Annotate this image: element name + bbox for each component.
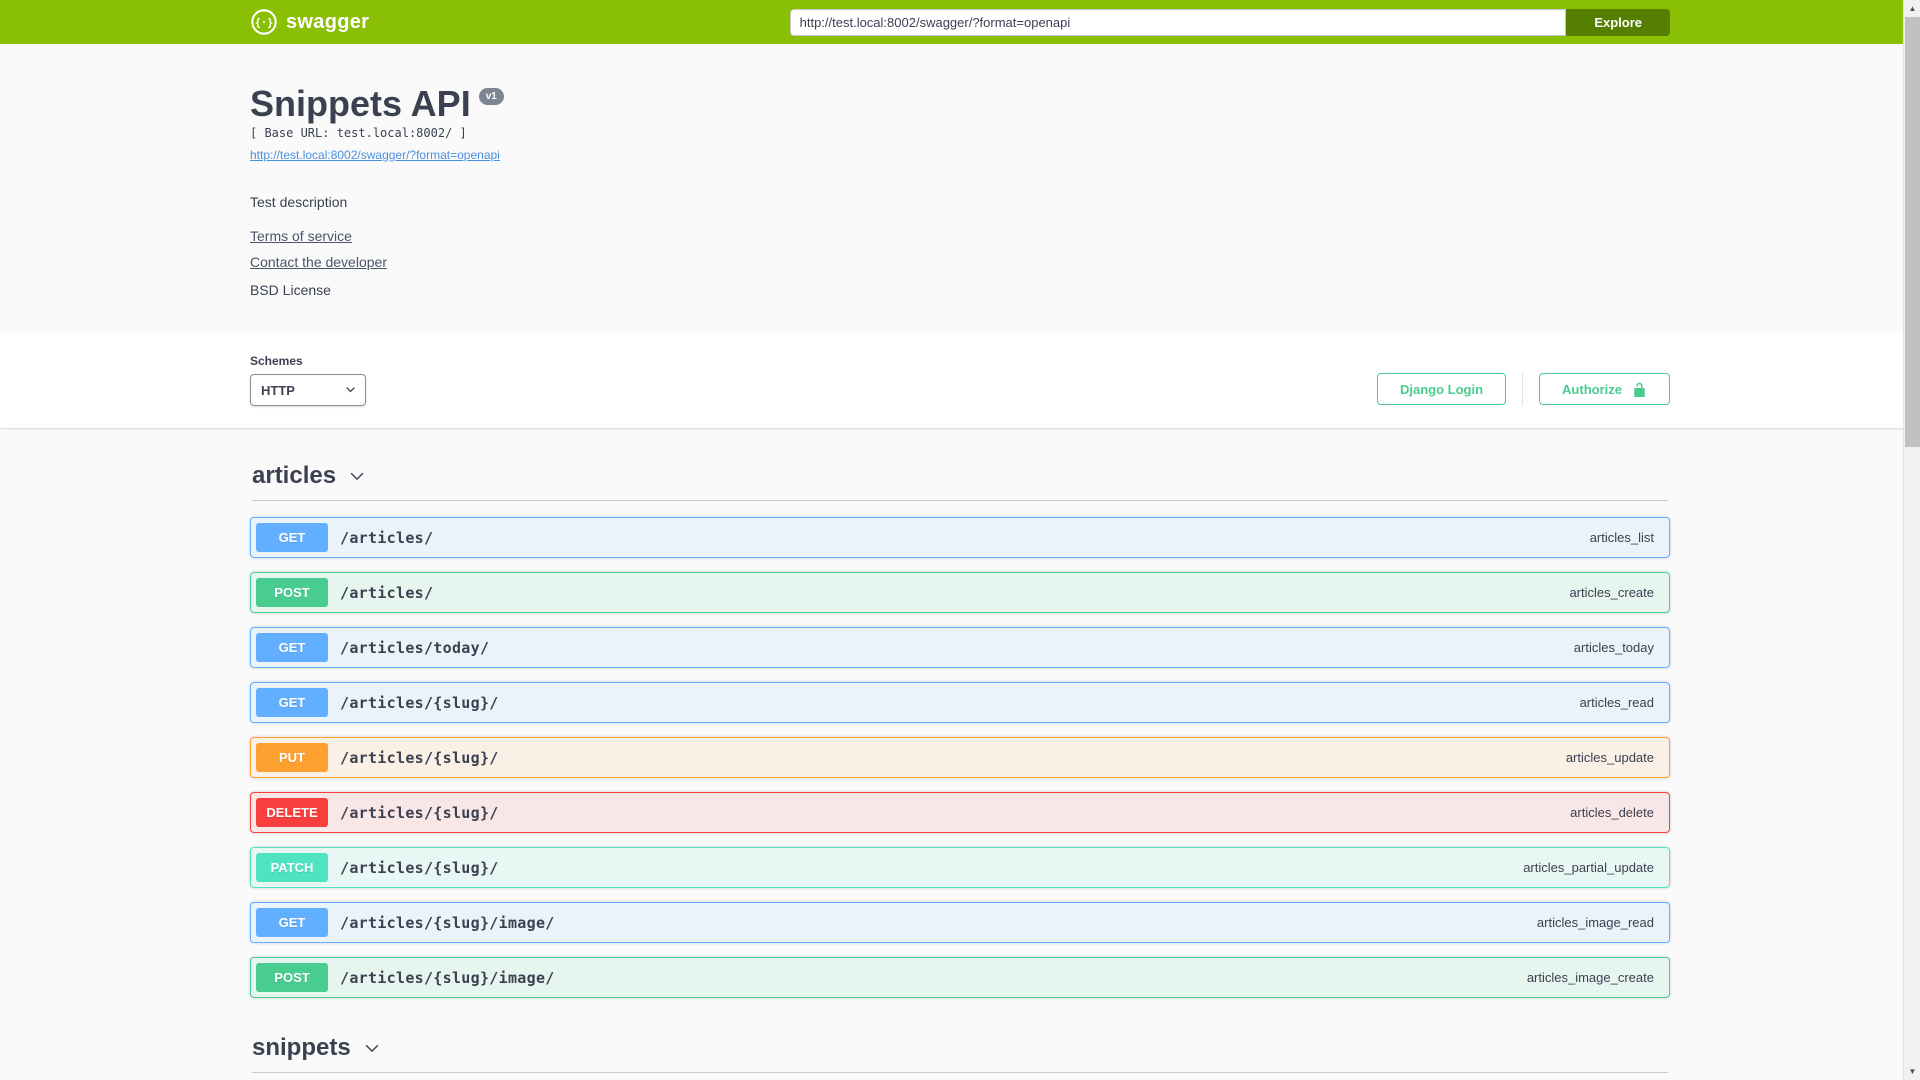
vertical-scrollbar[interactable]: ▲ ▼ [1903, 0, 1920, 1080]
brand-name: swagger [286, 10, 370, 33]
operation-id: articles_read [1579, 695, 1654, 710]
chevron-down-icon [350, 472, 364, 481]
spec-link[interactable]: http://test.local:8002/swagger/?format=o… [250, 148, 500, 162]
opblock-summary[interactable]: GET /articles/today/ articles_today [251, 628, 1669, 667]
method-badge: PUT [256, 743, 328, 772]
tag-header-articles[interactable]: articles [252, 452, 1668, 501]
contact-developer-link[interactable]: Contact the developer [250, 254, 1670, 270]
operation-id: articles_create [1569, 585, 1654, 600]
scroll-up-arrow-icon[interactable]: ▲ [1904, 0, 1920, 17]
opblock-articles-create[interactable]: POST /articles/ articles_create [250, 572, 1670, 613]
tag-section-snippets: snippets GET /snippets/ snippets_list [250, 1024, 1670, 1080]
page-title: Snippets API [250, 83, 471, 124]
authorize-label: Authorize [1562, 381, 1622, 397]
scrollbar-thumb[interactable] [1905, 17, 1920, 447]
method-badge: GET [256, 523, 328, 552]
operation-path: /articles/{slug}/image/ [340, 913, 555, 932]
operation-path: /articles/{slug}/ [340, 803, 499, 822]
opblock-articles-list[interactable]: GET /articles/ articles_list [250, 517, 1670, 558]
auth-wrapper: Django Login Authorize [1377, 372, 1670, 406]
tag-header-snippets[interactable]: snippets [252, 1024, 1668, 1073]
base-url: [ Base URL: test.local:8002/ ] [250, 126, 467, 140]
terms-of-service-link[interactable]: Terms of service [250, 228, 1670, 244]
explore-button[interactable]: Explore [1566, 8, 1670, 36]
opblock-articles-delete[interactable]: DELETE /articles/{slug}/ articles_delete [250, 792, 1670, 833]
method-badge: DELETE [256, 798, 328, 827]
method-badge: PATCH [256, 853, 328, 882]
opblock-articles-image-create[interactable]: POST /articles/{slug}/image/ articles_im… [250, 957, 1670, 998]
django-login-button[interactable]: Django Login [1377, 373, 1507, 405]
license-text: BSD License [250, 282, 331, 298]
api-description: Test description [250, 194, 348, 210]
operation-path: /articles/ [340, 528, 434, 547]
information-container: Snippets API v1 [ Base URL: test.local:8… [0, 44, 1920, 332]
tag-name: snippets [252, 1034, 351, 1061]
opblock-articles-update[interactable]: PUT /articles/{slug}/ articles_update [250, 737, 1670, 778]
lock-open-icon [1634, 382, 1645, 397]
opblock-summary[interactable]: GET /articles/ articles_list [251, 518, 1669, 557]
method-badge: GET [256, 633, 328, 662]
scheme-container: Schemes HTTP Django Login Authorize [0, 332, 1920, 428]
schemes-label: Schemes [250, 354, 303, 368]
opblock-summary[interactable]: PATCH /articles/{slug}/ articles_partial… [251, 848, 1669, 887]
spec-url-form: Explore [789, 8, 1670, 36]
operation-path: /articles/today/ [340, 638, 490, 657]
opblock-articles-partial-update[interactable]: PATCH /articles/{slug}/ articles_partial… [250, 847, 1670, 888]
tag-section-articles: articles GET /articles/ articles_list PO… [250, 452, 1670, 998]
opblock-summary[interactable]: POST /articles/{slug}/image/ articles_im… [251, 958, 1669, 997]
operation-path: /articles/{slug}/ [340, 858, 499, 877]
opblock-summary[interactable]: DELETE /articles/{slug}/ articles_delete [251, 793, 1669, 832]
operation-id: articles_today [1573, 640, 1654, 655]
method-badge: GET [256, 908, 328, 937]
spec-url-input[interactable] [789, 8, 1567, 36]
operation-path: /articles/ [340, 583, 434, 602]
method-badge: POST [256, 963, 328, 992]
opblock-summary[interactable]: PUT /articles/{slug}/ articles_update [251, 738, 1669, 777]
operation-id: articles_partial_update [1523, 860, 1654, 875]
operation-id: articles_image_read [1536, 915, 1654, 930]
divider [1522, 372, 1524, 406]
operation-id: articles_update [1565, 750, 1654, 765]
operation-id: articles_image_create [1526, 970, 1654, 985]
svg-text:{·}: {·} [255, 17, 274, 29]
opblock-summary[interactable]: POST /articles/ articles_create [251, 573, 1669, 612]
opblock-articles-read[interactable]: GET /articles/{slug}/ articles_read [250, 682, 1670, 723]
django-login-label: Django Login [1400, 381, 1484, 397]
operations-container: articles GET /articles/ articles_list PO… [0, 428, 1920, 1080]
opblock-articles-today[interactable]: GET /articles/today/ articles_today [250, 627, 1670, 668]
topbar: {·} swagger Explore [0, 0, 1920, 44]
schemes-group: Schemes HTTP [250, 354, 366, 406]
operation-path: /articles/{slug}/ [340, 748, 499, 767]
opblock-summary[interactable]: GET /articles/{slug}/image/ articles_ima… [251, 903, 1669, 942]
version-badge: v1 [478, 88, 504, 105]
opblock-summary[interactable]: GET /articles/{slug}/ articles_read [251, 683, 1669, 722]
operation-path: /articles/{slug}/image/ [340, 968, 555, 987]
swagger-logo[interactable]: {·} swagger [250, 8, 369, 36]
tag-name: articles [252, 462, 337, 489]
operation-path: /articles/{slug}/ [340, 693, 499, 712]
operation-id: articles_delete [1570, 805, 1654, 820]
scroll-down-arrow-icon[interactable]: ▼ [1904, 1063, 1920, 1080]
method-badge: GET [256, 688, 328, 717]
opblock-articles-image-read[interactable]: GET /articles/{slug}/image/ articles_ima… [250, 902, 1670, 943]
chevron-down-icon [365, 1044, 379, 1053]
schemes-select[interactable]: HTTP [250, 374, 366, 406]
operation-id: articles_list [1589, 530, 1654, 545]
swagger-logo-icon: {·} [251, 9, 277, 35]
method-badge: POST [256, 578, 328, 607]
authorize-button[interactable]: Authorize [1539, 373, 1670, 405]
